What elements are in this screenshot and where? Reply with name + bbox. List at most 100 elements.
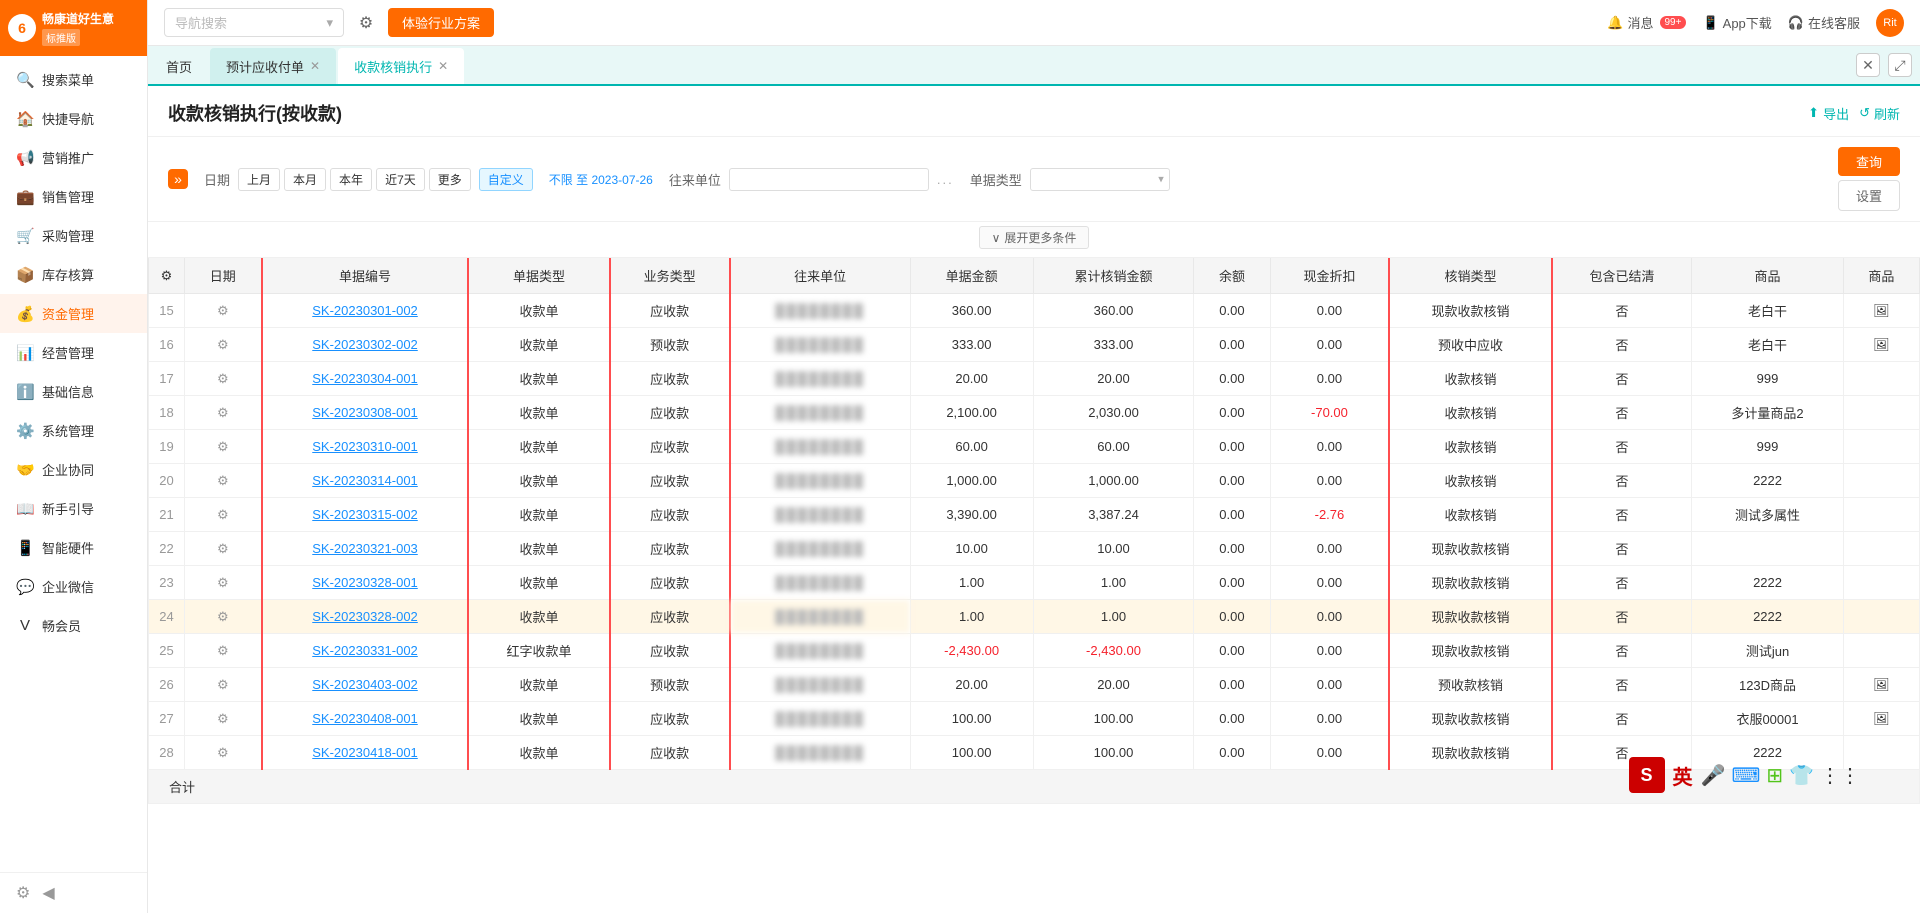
- sidebar-item-basic[interactable]: ℹ️基础信息: [0, 372, 147, 411]
- cell-order_no[interactable]: SK-20230321-003: [262, 532, 469, 566]
- row-number: 16: [149, 328, 185, 362]
- tab-expand-btn[interactable]: ⤢: [1888, 53, 1912, 77]
- sidebar-item-operation[interactable]: 📊经营管理: [0, 333, 147, 372]
- cell-goods2: [1843, 430, 1919, 464]
- cell-order_no[interactable]: SK-20230308-001: [262, 396, 469, 430]
- sidebar-item-guide[interactable]: 📖新手引导: [0, 489, 147, 528]
- th-partner: 往来单位: [730, 258, 910, 294]
- expand-more-btn[interactable]: ∨ 展开更多条件: [979, 226, 1090, 249]
- logo-text: 畅康道好生意 标推版: [42, 10, 114, 46]
- cell-order_no[interactable]: SK-20230328-002: [262, 600, 469, 634]
- tab-prereceipt[interactable]: 预计应收付单✕: [210, 48, 336, 84]
- cell-order_no[interactable]: SK-20230403-002: [262, 668, 469, 702]
- doctype-select[interactable]: [1030, 168, 1170, 191]
- cell-include_settled: 否: [1552, 362, 1692, 396]
- sidebar-item-corp[interactable]: 🤝企业协同: [0, 450, 147, 489]
- cell-order_no[interactable]: SK-20230314-001: [262, 464, 469, 498]
- settings-footer-icon[interactable]: ⚙: [16, 883, 30, 903]
- trial-btn[interactable]: 体验行业方案: [388, 8, 494, 37]
- cell-settings[interactable]: ⚙: [185, 328, 262, 362]
- query-btn[interactable]: 查询: [1838, 147, 1900, 176]
- user-avatar[interactable]: Rit: [1876, 9, 1904, 37]
- topbar-gear-icon[interactable]: ⚙: [352, 9, 380, 37]
- export-btn[interactable]: ⬆ 导出: [1808, 104, 1849, 123]
- cell-balance: 0.00: [1194, 566, 1270, 600]
- cell-settings[interactable]: ⚙: [185, 668, 262, 702]
- cell-order_no[interactable]: SK-20230328-001: [262, 566, 469, 600]
- date-btn-更多[interactable]: 更多: [429, 168, 471, 191]
- mic-icon[interactable]: 🎤: [1701, 763, 1726, 788]
- keyboard-icon[interactable]: ⌨: [1731, 763, 1760, 788]
- nav-search-input[interactable]: 导航搜索 ▾: [164, 8, 344, 37]
- date-btn-本月[interactable]: 本月: [284, 168, 326, 191]
- app-download-item[interactable]: 📱 App下载: [1702, 13, 1771, 32]
- sidebar-item-wechat[interactable]: 💬企业微信: [0, 567, 147, 606]
- cell-settings[interactable]: ⚙: [185, 294, 262, 328]
- sidebar-item-purchase[interactable]: 🛒采购管理: [0, 216, 147, 255]
- shirt-icon[interactable]: 👕: [1789, 763, 1814, 788]
- tabbar-actions: ✕⤢: [1856, 53, 1912, 77]
- apps-icon[interactable]: ⋮⋮: [1820, 763, 1860, 788]
- cell-settings[interactable]: ⚙: [185, 736, 262, 770]
- cell-partner: ████████: [730, 668, 910, 702]
- date-btn-本年[interactable]: 本年: [330, 168, 372, 191]
- tab-close-icon[interactable]: ✕: [310, 59, 320, 73]
- tab-close-icon[interactable]: ✕: [438, 59, 448, 73]
- cell-settings[interactable]: ⚙: [185, 532, 262, 566]
- date-btn-上月[interactable]: 上月: [238, 168, 280, 191]
- cell-settings[interactable]: ⚙: [185, 600, 262, 634]
- cell-settings[interactable]: ⚙: [185, 566, 262, 600]
- tab-label: 首页: [166, 57, 192, 76]
- cell-order_no[interactable]: SK-20230331-002: [262, 634, 469, 668]
- cell-order_no[interactable]: SK-20230310-001: [262, 430, 469, 464]
- cell-settings[interactable]: ⚙: [185, 634, 262, 668]
- sidebar-item-member[interactable]: V畅会员: [0, 606, 147, 645]
- cell-partner: ████████: [730, 532, 910, 566]
- cell-doc_type: 收款单: [468, 532, 609, 566]
- cell-order_no[interactable]: SK-20230302-002: [262, 328, 469, 362]
- message-item[interactable]: 🔔 消息 99+: [1607, 13, 1686, 32]
- cell-balance: 0.00: [1194, 600, 1270, 634]
- cell-settings[interactable]: ⚙: [185, 498, 262, 532]
- cell-order_no[interactable]: SK-20230315-002: [262, 498, 469, 532]
- cell-order_no[interactable]: SK-20230408-001: [262, 702, 469, 736]
- online-service-item[interactable]: 🎧 在线客服: [1788, 13, 1860, 32]
- sidebar-item-inventory[interactable]: 📦库存核算: [0, 255, 147, 294]
- sidebar-item-label: 库存核算: [42, 265, 94, 284]
- sidebar-item-search[interactable]: 🔍搜索菜单: [0, 60, 147, 99]
- sidebar-item-system[interactable]: ⚙️系统管理: [0, 411, 147, 450]
- cell-doc_type: 收款单: [468, 396, 609, 430]
- cell-include_settled: 否: [1552, 464, 1692, 498]
- settings-btn[interactable]: 设置: [1838, 180, 1900, 211]
- sidebar-item-hardware[interactable]: 📱智能硬件: [0, 528, 147, 567]
- purchase-icon: 🛒: [16, 227, 34, 245]
- sidebar-item-sales[interactable]: 💼销售管理: [0, 177, 147, 216]
- collapse-icon[interactable]: ◀: [42, 883, 54, 903]
- grid-icon[interactable]: ⊞: [1766, 763, 1783, 788]
- date-btn-近7天[interactable]: 近7天: [376, 168, 425, 191]
- cell-settings[interactable]: ⚙: [185, 362, 262, 396]
- tab-home[interactable]: 首页: [150, 48, 208, 84]
- cell-order_no[interactable]: SK-20230418-001: [262, 736, 469, 770]
- tab-writeoff[interactable]: 收款核销执行✕: [338, 48, 464, 84]
- operation-icon: 📊: [16, 344, 34, 362]
- refresh-btn[interactable]: ↺ 刷新: [1859, 104, 1900, 123]
- sidebar-item-marketing[interactable]: 📢营销推广: [0, 138, 147, 177]
- cell-settings[interactable]: ⚙: [185, 464, 262, 498]
- cell-amount: 10.00: [910, 532, 1033, 566]
- sidebar-item-finance[interactable]: 💰资金管理: [0, 294, 147, 333]
- cell-settings[interactable]: ⚙: [185, 702, 262, 736]
- cell-settings[interactable]: ⚙: [185, 396, 262, 430]
- tab-close-btn[interactable]: ✕: [1856, 53, 1880, 77]
- cell-goods2: [1843, 634, 1919, 668]
- cell-order_no[interactable]: SK-20230301-002: [262, 294, 469, 328]
- custom-date-btn[interactable]: 自定义: [479, 168, 533, 191]
- cell-order_no[interactable]: SK-20230304-001: [262, 362, 469, 396]
- partner-filter-group: 往来单位 ...: [669, 168, 954, 191]
- sidebar-item-quicknav[interactable]: 🏠快捷导航: [0, 99, 147, 138]
- partner-input[interactable]: [729, 168, 929, 191]
- filter-toggle-btn[interactable]: »: [168, 169, 188, 189]
- cell-settings[interactable]: ⚙: [185, 430, 262, 464]
- cell-cash_discount: 0.00: [1270, 600, 1389, 634]
- filter-bar: » 日期 上月本月本年近7天更多 自定义 不限 至 2023-07-26 往来单…: [148, 137, 1920, 222]
